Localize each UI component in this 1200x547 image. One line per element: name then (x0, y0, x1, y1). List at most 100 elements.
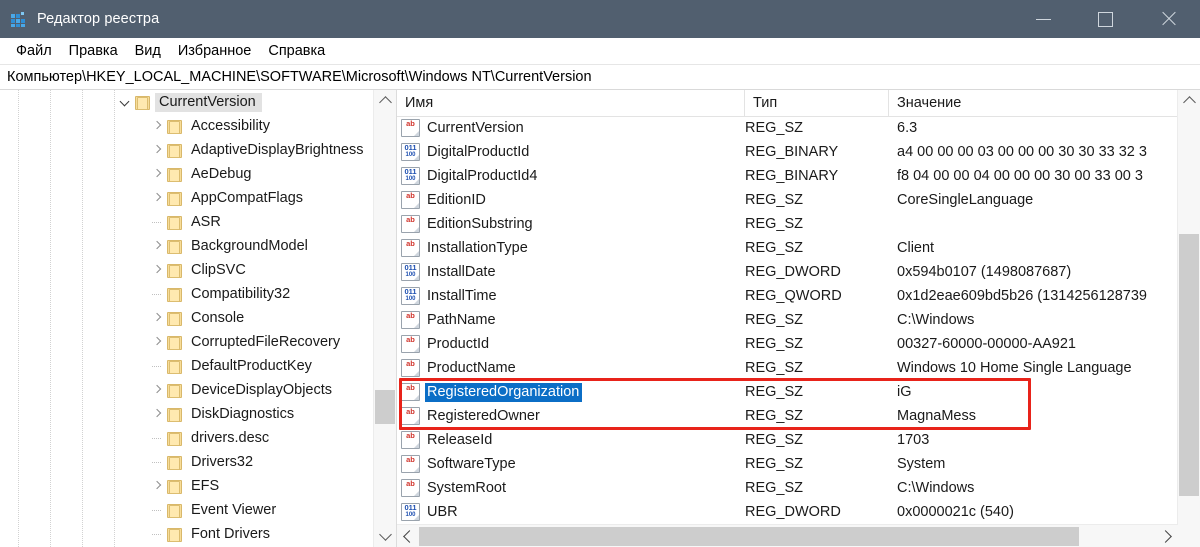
table-row[interactable]: ab ProductName REG_SZ Windows 10 Home Singl… (397, 356, 1178, 380)
value-name-label: SoftwareType (427, 455, 516, 472)
table-row[interactable]: ab CurrentVersion REG_SZ 6.3 (397, 116, 1178, 140)
tree-expander-icon[interactable] (150, 238, 166, 254)
string-value-icon: ab (401, 215, 420, 233)
table-row[interactable]: 011 100 InstallDate REG_DWORD 0x594b0107 (14… (397, 260, 1178, 284)
tree-expander-icon[interactable] (118, 94, 134, 110)
table-row[interactable]: 011 100 UBR REG_DWORD 0x0000021c (540) (397, 500, 1178, 524)
value-name-label: RegisteredOrganization (425, 382, 583, 402)
cell-type: REG_SZ (745, 432, 804, 448)
tree-item-label: drivers.desc (191, 429, 270, 446)
tree-expander-icon[interactable] (150, 190, 166, 206)
close-button[interactable] (1136, 0, 1200, 38)
menu-item-file[interactable]: Файл (8, 41, 61, 62)
cell-name: ab EditionID (397, 191, 745, 210)
regedit-icon (10, 10, 28, 28)
tree-item[interactable]: DefaultProductKey (0, 354, 396, 378)
tree-expander-icon[interactable] (150, 406, 166, 422)
menu-item-view[interactable]: Вид (127, 41, 170, 62)
tree-item[interactable]: Accessibility (0, 114, 396, 138)
tree-item[interactable]: Console (0, 306, 396, 330)
tree-item[interactable]: Font Drivers (0, 522, 396, 546)
tree-item-label: DeviceDisplayObjects (191, 381, 333, 398)
tree-expander-icon[interactable] (150, 382, 166, 398)
tree-expander-icon[interactable] (150, 310, 166, 326)
values-hscrollbar-thumb[interactable] (419, 526, 1079, 546)
tree-item[interactable]: ClipSVC (0, 258, 396, 282)
table-row[interactable]: 011 100 InstallTime REG_QWORD 0x1d2eae609bd5… (397, 284, 1178, 308)
table-row[interactable]: ab RegisteredOrganization REG_SZ iG (397, 380, 1178, 404)
cell-value: System (897, 456, 946, 472)
tree-scrollbar-thumb[interactable] (375, 390, 395, 424)
menu-item-edit[interactable]: Правка (61, 41, 127, 62)
table-row[interactable]: ab RegisteredOwner REG_SZ MagnaMess (397, 404, 1178, 428)
value-name-label: ProductName (427, 359, 516, 376)
table-row[interactable]: ab SystemRoot REG_SZ C:\Windows (397, 476, 1178, 500)
tree-item[interactable]: Drivers32 (0, 450, 396, 474)
tree-item[interactable]: drivers.desc (0, 426, 396, 450)
string-value-icon: ab (401, 119, 420, 137)
table-row[interactable]: ab InstallationType REG_SZ Client (397, 236, 1178, 260)
menu-item-help[interactable]: Справка (260, 41, 334, 62)
maximize-button[interactable] (1074, 0, 1136, 38)
registry-tree[interactable]: CurrentVersion Accessibility AdaptiveDispl… (0, 90, 396, 547)
tree-item[interactable]: CorruptedFileRecovery (0, 330, 396, 354)
column-header-name[interactable]: Имя (397, 90, 745, 116)
tree-scroll-up-button[interactable] (374, 90, 396, 112)
values-scroll-right-button[interactable] (1156, 529, 1178, 543)
tree-item[interactable]: AppCompatFlags (0, 186, 396, 210)
tree-item[interactable]: AeDebug (0, 162, 396, 186)
tree-item-label: EFS (191, 477, 220, 494)
tree-expander-icon[interactable] (150, 478, 166, 494)
table-row[interactable]: 011 100 DigitalProductId REG_BINARY a4 00 00… (397, 140, 1178, 164)
column-header-value[interactable]: Значение (889, 90, 1200, 116)
tree-item[interactable]: ASR (0, 210, 396, 234)
table-row[interactable]: ab SoftwareType REG_SZ System (397, 452, 1178, 476)
cell-name: 011 100 DigitalProductId (397, 143, 745, 162)
column-header-type[interactable]: Тип (745, 90, 889, 116)
tree-expander-icon[interactable] (150, 142, 166, 158)
tree-expander-icon[interactable] (150, 334, 166, 350)
tree-item[interactable]: BackgroundModel (0, 234, 396, 258)
tree-item-label: Event Viewer (191, 501, 277, 518)
tree-vertical-scrollbar[interactable] (373, 90, 396, 547)
tree-item[interactable]: EFS (0, 474, 396, 498)
tree-expander-icon[interactable] (150, 262, 166, 278)
folder-icon (166, 431, 182, 446)
values-scrollbar-thumb[interactable] (1179, 234, 1199, 496)
tree-item[interactable]: AdaptiveDisplayBrightness (0, 138, 396, 162)
folder-icon (166, 119, 182, 134)
cell-value: iG (897, 384, 912, 400)
table-row[interactable]: 011 100 DigitalProductId4 REG_BINARY f8 04 0… (397, 164, 1178, 188)
tree-expander-icon[interactable] (150, 166, 166, 182)
tree-item[interactable]: DeviceDisplayObjects (0, 378, 396, 402)
string-value-icon: ab (401, 455, 420, 473)
resize-grip[interactable] (1178, 525, 1200, 547)
tree-scroll-down-button[interactable] (374, 525, 396, 547)
folder-icon (166, 407, 182, 422)
address-bar[interactable]: Компьютер\HKEY_LOCAL_MACHINE\SOFTWARE\Mi… (0, 65, 1200, 90)
minimize-button[interactable] (1012, 0, 1074, 38)
tree-item[interactable]: Compatibility32 (0, 282, 396, 306)
tree-expander-icon[interactable] (150, 118, 166, 134)
values-scroll-left-button[interactable] (397, 529, 419, 543)
cell-name: ab PathName (397, 311, 745, 330)
table-row[interactable]: ab EditionSubstring REG_SZ (397, 212, 1178, 236)
cell-value: MagnaMess (897, 408, 976, 424)
menu-item-favorites[interactable]: Избранное (170, 41, 260, 62)
table-row[interactable]: ab EditionID REG_SZ CoreSingleLanguage (397, 188, 1178, 212)
tree-item[interactable]: DiskDiagnostics (0, 402, 396, 426)
folder-icon (166, 503, 182, 518)
value-name-label: EditionSubstring (427, 215, 533, 232)
values-list[interactable]: ab CurrentVersion REG_SZ 6.3 011 100 DigitalPr… (397, 116, 1178, 525)
values-scroll-up-button[interactable] (1178, 90, 1200, 112)
values-horizontal-scrollbar[interactable] (397, 524, 1178, 547)
table-row[interactable]: ab ReleaseId REG_SZ 1703 (397, 428, 1178, 452)
table-row[interactable]: ab PathName REG_SZ C:\Windows (397, 308, 1178, 332)
value-name-label: RegisteredOwner (427, 407, 540, 424)
string-value-icon: ab (401, 239, 420, 257)
table-row[interactable]: ab ProductId REG_SZ 00327-60000-00000-AA921 (397, 332, 1178, 356)
tree-item[interactable]: CurrentVersion (0, 90, 396, 114)
values-vertical-scrollbar[interactable] (1177, 90, 1200, 547)
tree-item[interactable]: Event Viewer (0, 498, 396, 522)
string-value-icon: ab (401, 431, 420, 449)
